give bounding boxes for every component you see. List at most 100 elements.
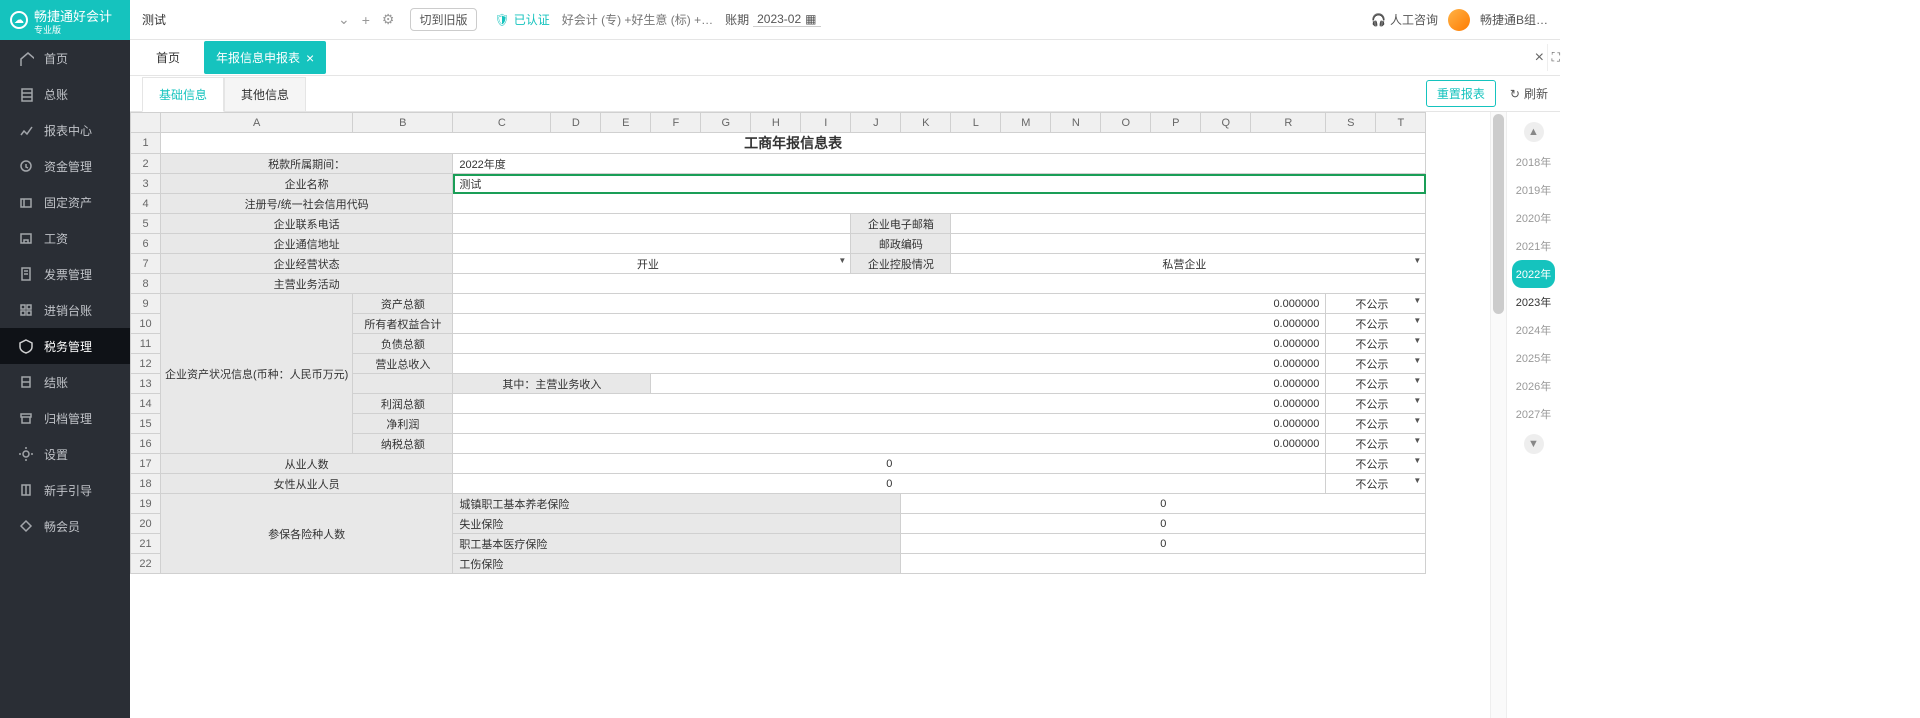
asset-icon — [18, 194, 34, 210]
tab-home[interactable]: 首页 — [142, 43, 194, 72]
support-link[interactable]: 🎧人工咨询 — [1371, 11, 1438, 28]
year-down-icon[interactable]: ▼ — [1524, 434, 1544, 454]
scrollbar-vertical[interactable] — [1490, 112, 1506, 718]
nav-label: 发票管理 — [44, 266, 92, 283]
nav-label: 税务管理 — [44, 338, 92, 355]
field-label: 失业保险 — [459, 519, 503, 531]
brand-sub: 专业版 — [34, 25, 112, 35]
field-label: 女性从业人员 — [274, 479, 340, 491]
year-2025年[interactable]: 2025年 — [1512, 344, 1555, 372]
spreadsheet[interactable]: ABCDEFGHIJKLMNOPQRST1工商年报信息表2税款所属期间：2022… — [130, 112, 1490, 718]
tab-annual-report[interactable]: 年报信息申报表 × — [204, 41, 326, 74]
year-2020年[interactable]: 2020年 — [1512, 204, 1555, 232]
sidebar-item-guide[interactable]: 新手引导 — [0, 472, 130, 508]
user-name[interactable]: 畅捷通B组… — [1480, 11, 1548, 28]
sidebar-item-invoice[interactable]: 发票管理 — [0, 256, 130, 292]
sidebar-item-fund[interactable]: 资金管理 — [0, 148, 130, 184]
dropdown[interactable]: 不公示▼ — [1355, 399, 1388, 411]
expand-icon[interactable]: ⛶ — [1547, 44, 1564, 71]
field-label: 营业总收入 — [375, 359, 430, 371]
field-label: 参保各险种人数 — [268, 529, 345, 541]
chevron-down-icon[interactable]: ⌄ — [338, 11, 350, 28]
dropdown[interactable]: 不公示▼ — [1355, 379, 1388, 391]
sidebar-item-ledger[interactable]: 总账 — [0, 76, 130, 112]
dropdown[interactable]: 不公示▼ — [1355, 299, 1388, 311]
refresh-button[interactable]: ↻刷新 — [1510, 85, 1548, 102]
shield-icon: 🛡 — [495, 13, 510, 27]
year-2018年[interactable]: 2018年 — [1512, 148, 1555, 176]
sidebar-item-settings[interactable]: 设置 — [0, 436, 130, 472]
sidebar: ☁ 畅捷通好会计 专业版 首页总账报表中心资金管理固定资产工资发票管理进销台账税… — [0, 0, 130, 718]
dropdown[interactable]: 私营企业▼ — [1162, 259, 1206, 271]
nav-label: 进销台账 — [44, 302, 92, 319]
switch-old-button[interactable]: 切到旧版 — [410, 8, 476, 31]
sidebar-item-salary[interactable]: 工资 — [0, 220, 130, 256]
chevron-down-icon: ▼ — [1413, 416, 1421, 425]
nav-label: 首页 — [44, 50, 68, 67]
dropdown[interactable]: 不公示▼ — [1355, 359, 1388, 371]
year-2021年[interactable]: 2021年 — [1512, 232, 1555, 260]
dropdown[interactable]: 不公示▼ — [1355, 339, 1388, 351]
scrollbar-thumb[interactable] — [1493, 114, 1504, 314]
dropdown[interactable]: 不公示▼ — [1355, 419, 1388, 431]
stock-icon — [18, 302, 34, 318]
year-2027年[interactable]: 2027年 — [1512, 400, 1555, 428]
guide-icon — [18, 482, 34, 498]
field-label: 负债总额 — [381, 339, 425, 351]
home-icon — [18, 50, 34, 66]
field-label: 利润总额 — [381, 399, 425, 411]
field-label: 税款所属期间： — [268, 159, 345, 171]
chevron-down-icon: ▼ — [1413, 376, 1421, 385]
dropdown[interactable]: 不公示▼ — [1355, 319, 1388, 331]
field-label: 职工基本医疗保险 — [459, 539, 547, 551]
year-2024年[interactable]: 2024年 — [1512, 316, 1555, 344]
field-label: 企业控股情况 — [868, 259, 934, 271]
tax-icon — [18, 338, 34, 354]
sidebar-item-archive[interactable]: 归档管理 — [0, 400, 130, 436]
fund-icon — [18, 158, 34, 174]
field-label: 企业名称 — [285, 179, 329, 191]
chevron-down-icon: ▼ — [1413, 356, 1421, 365]
nav-label: 新手引导 — [44, 482, 92, 499]
year-2019年[interactable]: 2019年 — [1512, 176, 1555, 204]
sub-tabs: 基础信息 其他信息 重置报表 ↻刷新 — [130, 76, 1560, 112]
refresh-icon: ↻ — [1510, 87, 1520, 101]
field-label: 从业人数 — [285, 459, 329, 471]
brand-logo: ☁ 畅捷通好会计 专业版 — [0, 0, 130, 40]
headset-icon: 🎧 — [1371, 13, 1386, 27]
sidebar-item-report[interactable]: 报表中心 — [0, 112, 130, 148]
sidebar-item-home[interactable]: 首页 — [0, 40, 130, 76]
report-icon — [18, 122, 34, 138]
subtab-basic[interactable]: 基础信息 — [142, 77, 224, 112]
add-icon[interactable]: + — [362, 12, 370, 28]
cloud-icon: ☁ — [10, 11, 28, 29]
sidebar-item-stock[interactable]: 进销台账 — [0, 292, 130, 328]
dropdown[interactable]: 不公示▼ — [1355, 459, 1388, 471]
company-select[interactable]: 测试 — [142, 11, 332, 28]
sidebar-item-close[interactable]: 结账 — [0, 364, 130, 400]
sidebar-item-vip[interactable]: 畅会员 — [0, 508, 130, 544]
dropdown[interactable]: 不公示▼ — [1355, 439, 1388, 451]
period-select[interactable]: 2023-02▦ — [753, 12, 820, 27]
year-2026年[interactable]: 2026年 — [1512, 372, 1555, 400]
nav-label: 工资 — [44, 230, 68, 247]
verified-badge: 🛡已认证 — [495, 11, 550, 28]
close-all-icon[interactable]: × — [1535, 49, 1544, 67]
field-label: 工伤保险 — [459, 559, 503, 571]
reset-button[interactable]: 重置报表 — [1426, 80, 1496, 107]
avatar[interactable] — [1448, 9, 1470, 31]
chevron-down-icon: ▼ — [1413, 256, 1421, 265]
dropdown[interactable]: 不公示▼ — [1355, 479, 1388, 491]
year-2022年[interactable]: 2022年 — [1512, 260, 1555, 288]
year-up-icon[interactable]: ▲ — [1524, 122, 1544, 142]
nav-label: 固定资产 — [44, 194, 92, 211]
ledger-icon — [18, 86, 34, 102]
sidebar-item-asset[interactable]: 固定资产 — [0, 184, 130, 220]
gear-icon[interactable]: ⚙ — [382, 11, 395, 28]
year-2023年[interactable]: 2023年 — [1512, 288, 1555, 316]
close-icon[interactable]: × — [306, 50, 314, 66]
subtab-other[interactable]: 其他信息 — [224, 77, 306, 112]
sidebar-item-tax[interactable]: 税务管理 — [0, 328, 130, 364]
dropdown[interactable]: 开业▼ — [637, 259, 659, 271]
nav-label: 资金管理 — [44, 158, 92, 175]
